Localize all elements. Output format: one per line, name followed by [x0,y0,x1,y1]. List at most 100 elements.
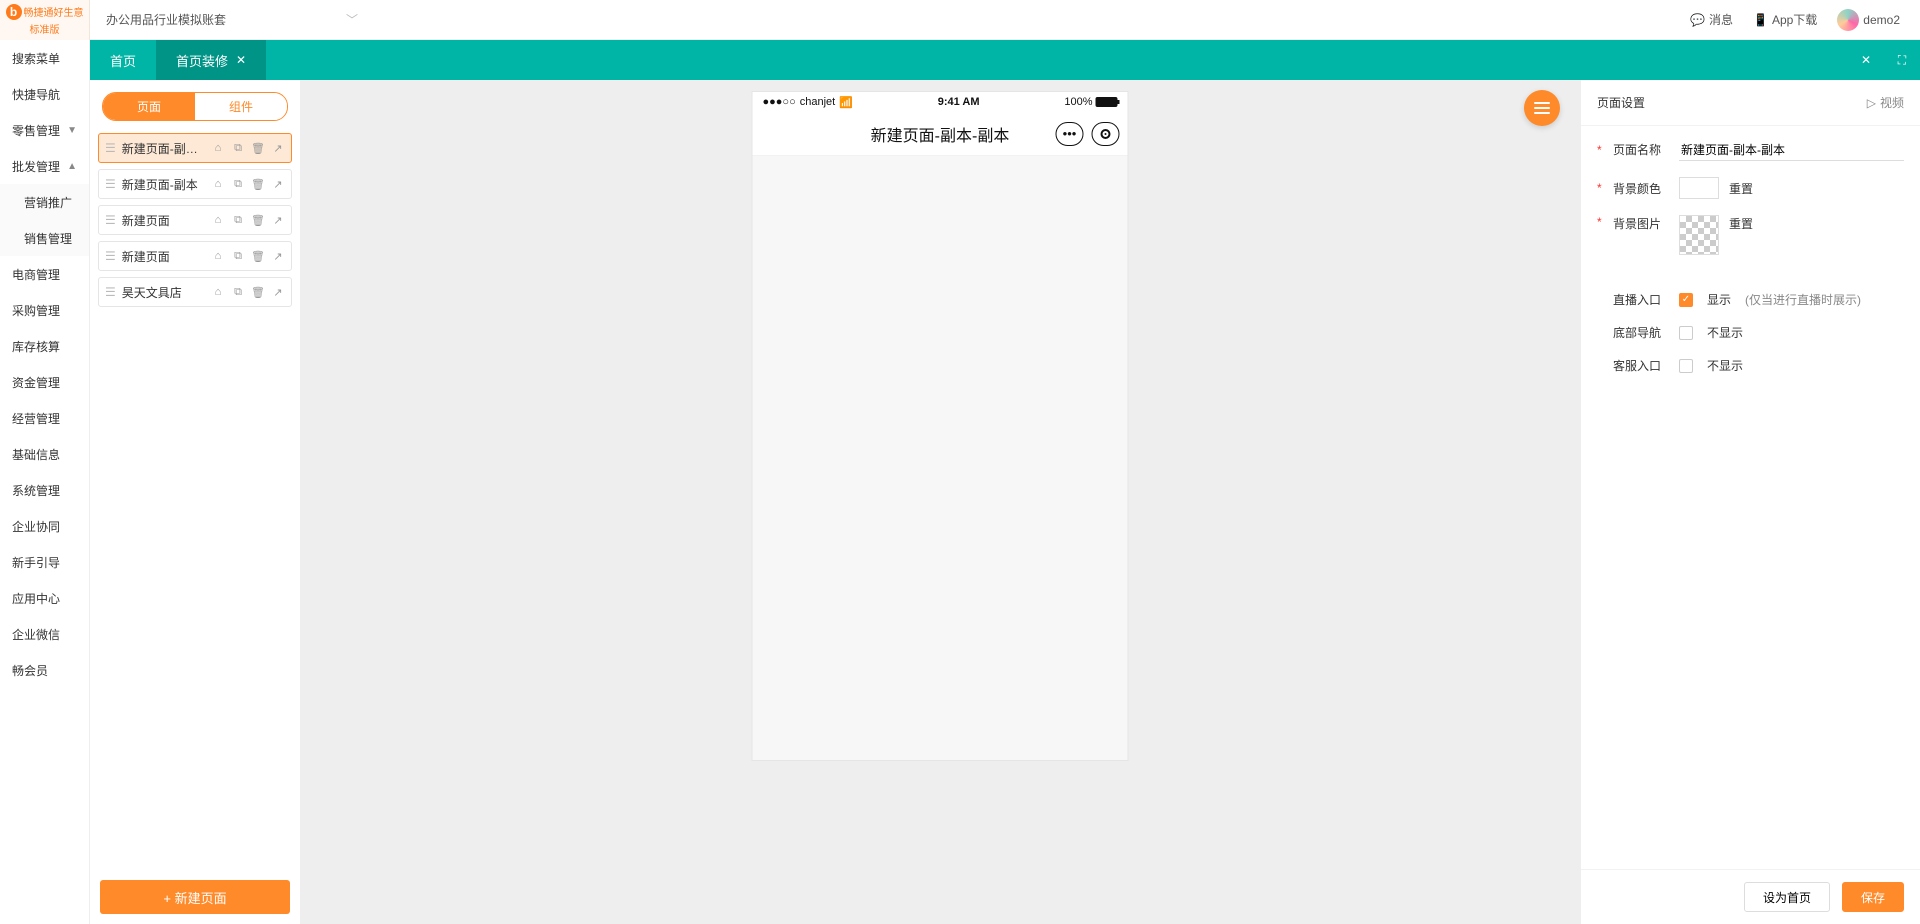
nav-funds[interactable]: 资金管理 [0,364,89,400]
bg-color-label: 背景颜色 [1613,180,1669,197]
nav-wechat[interactable]: 企业微信 [0,616,89,652]
copy-icon[interactable]: ⧉ [231,142,245,155]
bg-color-reset[interactable]: 重置 [1729,180,1753,197]
message-icon: 💬 [1690,13,1705,27]
tab-home[interactable]: 首页 [90,40,156,80]
share-icon[interactable]: ↗ [271,178,285,191]
nav-ecommerce[interactable]: 电商管理 [0,256,89,292]
nav-sales[interactable]: 销售管理 [0,220,89,256]
logo-mark: b [6,4,22,20]
messages-button[interactable]: 💬 消息 [1690,11,1733,28]
tabs-bar: 首页 首页装修 ✕ ✕ ⛶ [90,40,1920,80]
share-icon[interactable]: ↗ [271,214,285,227]
tab-decoration[interactable]: 首页装修 ✕ [156,40,266,80]
copy-icon[interactable]: ⧉ [231,214,245,227]
phone-canvas[interactable] [753,156,1128,760]
nav-apps[interactable]: 应用中心 [0,580,89,616]
delete-icon[interactable]: 🗑 [251,178,265,191]
page-name-input[interactable] [1679,138,1904,161]
bg-image-picker[interactable] [1679,215,1719,255]
phone-time: 9:41 AM [853,96,1064,108]
logo-brand: 畅捷通好生意 [24,4,84,19]
home-icon[interactable]: ⌂ [211,178,225,190]
account-select[interactable]: 办公用品行业模拟账套 ﹀ [90,11,374,28]
menu-icon [1534,107,1550,109]
required-mark: * [1597,215,1603,229]
nav-inventory[interactable]: 库存核算 [0,328,89,364]
page-item[interactable]: ☰ 新建页面-副本 ⌂ ⧉ 🗑 ↗ [98,169,292,199]
caret-up-icon: ▲ [67,161,77,172]
nav-quick[interactable]: 快捷导航 [0,76,89,112]
page-item[interactable]: ☰ 新建页面-副本-... ⌂ ⧉ 🗑 ↗ [98,133,292,163]
drawer-toggle[interactable] [1524,90,1560,126]
nav-base[interactable]: 基础信息 [0,436,89,472]
share-icon[interactable]: ↗ [271,142,285,155]
drag-icon[interactable]: ☰ [105,285,116,299]
user-menu[interactable]: demo2 [1837,9,1900,31]
close-icon[interactable]: ✕ [236,53,246,67]
app-download-button[interactable]: 📱 App下载 [1753,11,1817,28]
drag-icon[interactable]: ☰ [105,177,116,191]
copy-icon[interactable]: ⧉ [231,250,245,263]
share-icon[interactable]: ↗ [271,250,285,263]
page-item[interactable]: ☰ 新建页面 ⌂ ⧉ 🗑 ↗ [98,241,292,271]
live-show-checkbox[interactable]: ✓ [1679,293,1693,307]
account-name: 办公用品行业模拟账套 [106,11,226,28]
settings-title: 页面设置 [1597,94,1645,111]
nav-wholesale[interactable]: 批发管理▲ [0,148,89,184]
drag-icon[interactable]: ☰ [105,213,116,227]
page-item[interactable]: ☰ 新建页面 ⌂ ⧉ 🗑 ↗ [98,205,292,235]
delete-icon[interactable]: 🗑 [251,142,265,155]
delete-icon[interactable]: 🗑 [251,286,265,299]
settings-panel: 页面设置 ▷视频 * 页面名称 * 背景颜色 重置 [1580,80,1920,924]
service-entry-checkbox[interactable] [1679,359,1693,373]
nav-marketing[interactable]: 营销推广 [0,184,89,220]
copy-icon[interactable]: ⧉ [231,178,245,191]
bottom-nav-checkbox[interactable] [1679,326,1693,340]
video-help-link[interactable]: ▷视频 [1867,94,1904,111]
fullscreen-icon[interactable]: ⛶ [1884,40,1920,80]
new-page-button[interactable]: + 新建页面 [100,880,290,914]
logo[interactable]: b 畅捷通好生意 标准版 [0,0,90,40]
bg-image-reset[interactable]: 重置 [1729,215,1753,232]
avatar [1837,9,1859,31]
nav-member[interactable]: 畅会员 [0,652,89,688]
bg-image-label: 背景图片 [1613,215,1669,232]
tab-close-all[interactable]: ✕ [1848,40,1884,80]
battery-icon [1096,97,1118,107]
share-icon[interactable]: ↗ [271,286,285,299]
nav-collab[interactable]: 企业协同 [0,508,89,544]
required-mark: * [1597,143,1603,157]
drag-icon[interactable]: ☰ [105,141,116,155]
home-icon[interactable]: ⌂ [211,250,225,262]
target-icon[interactable] [1092,122,1120,146]
page-name-label: 页面名称 [1613,141,1669,158]
home-icon[interactable]: ⌂ [211,286,225,298]
seg-component[interactable]: 组件 [195,93,287,120]
nav-guide[interactable]: 新手引导 [0,544,89,580]
carrier: chanjet [800,96,835,108]
nav-search[interactable]: 搜索菜单 [0,40,89,76]
nav-business[interactable]: 经营管理 [0,400,89,436]
seg-page[interactable]: 页面 [103,93,195,120]
service-entry-label: 客服入口 [1613,357,1669,374]
page-list: ☰ 新建页面-副本-... ⌂ ⧉ 🗑 ↗ ☰ 新建页面-副本 ⌂ ⧉ [90,133,300,313]
nav-purchase[interactable]: 采购管理 [0,292,89,328]
delete-icon[interactable]: 🗑 [251,214,265,227]
home-icon[interactable]: ⌂ [211,214,225,226]
bottom-nav-label: 底部导航 [1613,324,1669,341]
phone-title: 新建页面-副本-副本 [871,122,1010,146]
copy-icon[interactable]: ⧉ [231,286,245,299]
nav-retail[interactable]: 零售管理▼ [0,112,89,148]
segmented-control: 页面 组件 [102,92,288,121]
save-button[interactable]: 保存 [1842,882,1904,912]
page-item[interactable]: ☰ 昊天文具店 ⌂ ⧉ 🗑 ↗ [98,277,292,307]
bg-color-swatch[interactable] [1679,177,1719,199]
home-icon[interactable]: ⌂ [211,142,225,154]
set-home-button[interactable]: 设为首页 [1744,882,1830,912]
delete-icon[interactable]: 🗑 [251,250,265,263]
nav-system[interactable]: 系统管理 [0,472,89,508]
more-icon[interactable]: ••• [1056,122,1084,146]
drag-icon[interactable]: ☰ [105,249,116,263]
caret-down-icon: ▼ [67,125,77,136]
